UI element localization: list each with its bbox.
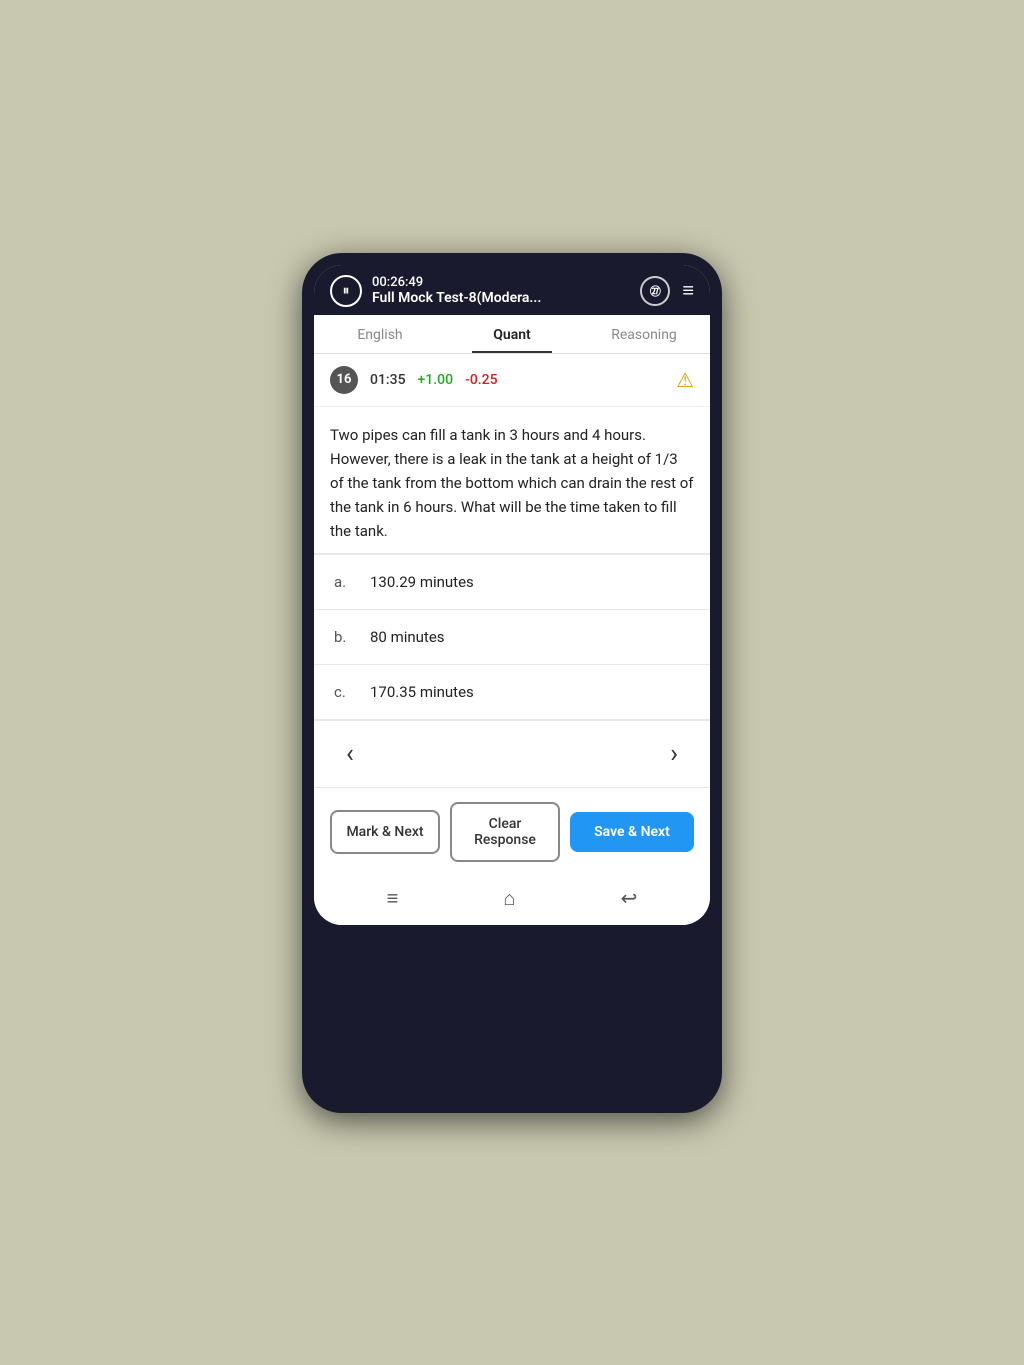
android-navbar: ≡ ⌂ ↩ <box>314 876 710 925</box>
timer-display: 00:26:49 <box>372 275 630 290</box>
options-list: a. 130.29 minutes b. 80 minutes c. 170.3… <box>314 555 710 720</box>
android-home-icon[interactable]: ⌂ <box>503 886 515 911</box>
question-header: 16 01:35 +1.00 -0.25 ⚠ <box>314 354 710 407</box>
status-icons: ㉗ ≡ <box>640 276 694 306</box>
option-b[interactable]: b. 80 minutes <box>314 610 710 665</box>
navigation-row: ‹ › <box>314 720 710 788</box>
option-b-label: b. <box>334 628 354 646</box>
mark-next-button[interactable]: Mark & Next <box>330 810 440 854</box>
option-c-text: 170.35 minutes <box>370 683 474 701</box>
pause-button[interactable]: ⏸ <box>330 275 362 307</box>
tab-quant[interactable]: Quant <box>446 315 578 353</box>
pause-icon: ⏸ <box>343 283 350 299</box>
tab-reasoning[interactable]: Reasoning <box>578 315 710 353</box>
android-back-icon[interactable]: ↩ <box>621 886 638 910</box>
phone-frame: ⏸ 00:26:49 Full Mock Test-8(Modera... ㉗ … <box>302 253 722 1113</box>
prev-button[interactable]: ‹ <box>338 735 362 773</box>
save-next-button[interactable]: Save & Next <box>570 812 694 852</box>
question-marks: +1.00 <box>418 372 454 388</box>
test-title: Full Mock Test-8(Modera... <box>372 290 630 306</box>
option-a-text: 130.29 minutes <box>370 573 474 591</box>
tab-bar: English Quant Reasoning <box>314 315 710 354</box>
clear-response-button[interactable]: ClearResponse <box>450 802 560 862</box>
status-bar: ⏸ 00:26:49 Full Mock Test-8(Modera... ㉗ … <box>314 265 710 315</box>
title-info: 00:26:49 Full Mock Test-8(Modera... <box>372 275 630 306</box>
option-c-label: c. <box>334 683 354 701</box>
tab-english[interactable]: English <box>314 315 446 353</box>
menu-icon[interactable]: ≡ <box>682 278 694 303</box>
settings-icon[interactable]: ㉗ <box>640 276 670 306</box>
option-c[interactable]: c. 170.35 minutes <box>314 665 710 720</box>
question-number: 16 <box>330 366 358 394</box>
question-timer: 01:35 <box>370 372 406 388</box>
next-button[interactable]: › <box>662 735 686 773</box>
phone-screen: ⏸ 00:26:49 Full Mock Test-8(Modera... ㉗ … <box>314 265 710 925</box>
option-a[interactable]: a. 130.29 minutes <box>314 555 710 610</box>
bottom-buttons: Mark & Next ClearResponse Save & Next <box>314 788 710 876</box>
question-negative-marks: -0.25 <box>465 372 498 388</box>
warning-icon: ⚠ <box>676 368 694 392</box>
option-a-label: a. <box>334 573 354 591</box>
question-text: Two pipes can fill a tank in 3 hours and… <box>314 407 710 555</box>
option-b-text: 80 minutes <box>370 628 445 646</box>
android-menu-icon[interactable]: ≡ <box>387 886 399 911</box>
